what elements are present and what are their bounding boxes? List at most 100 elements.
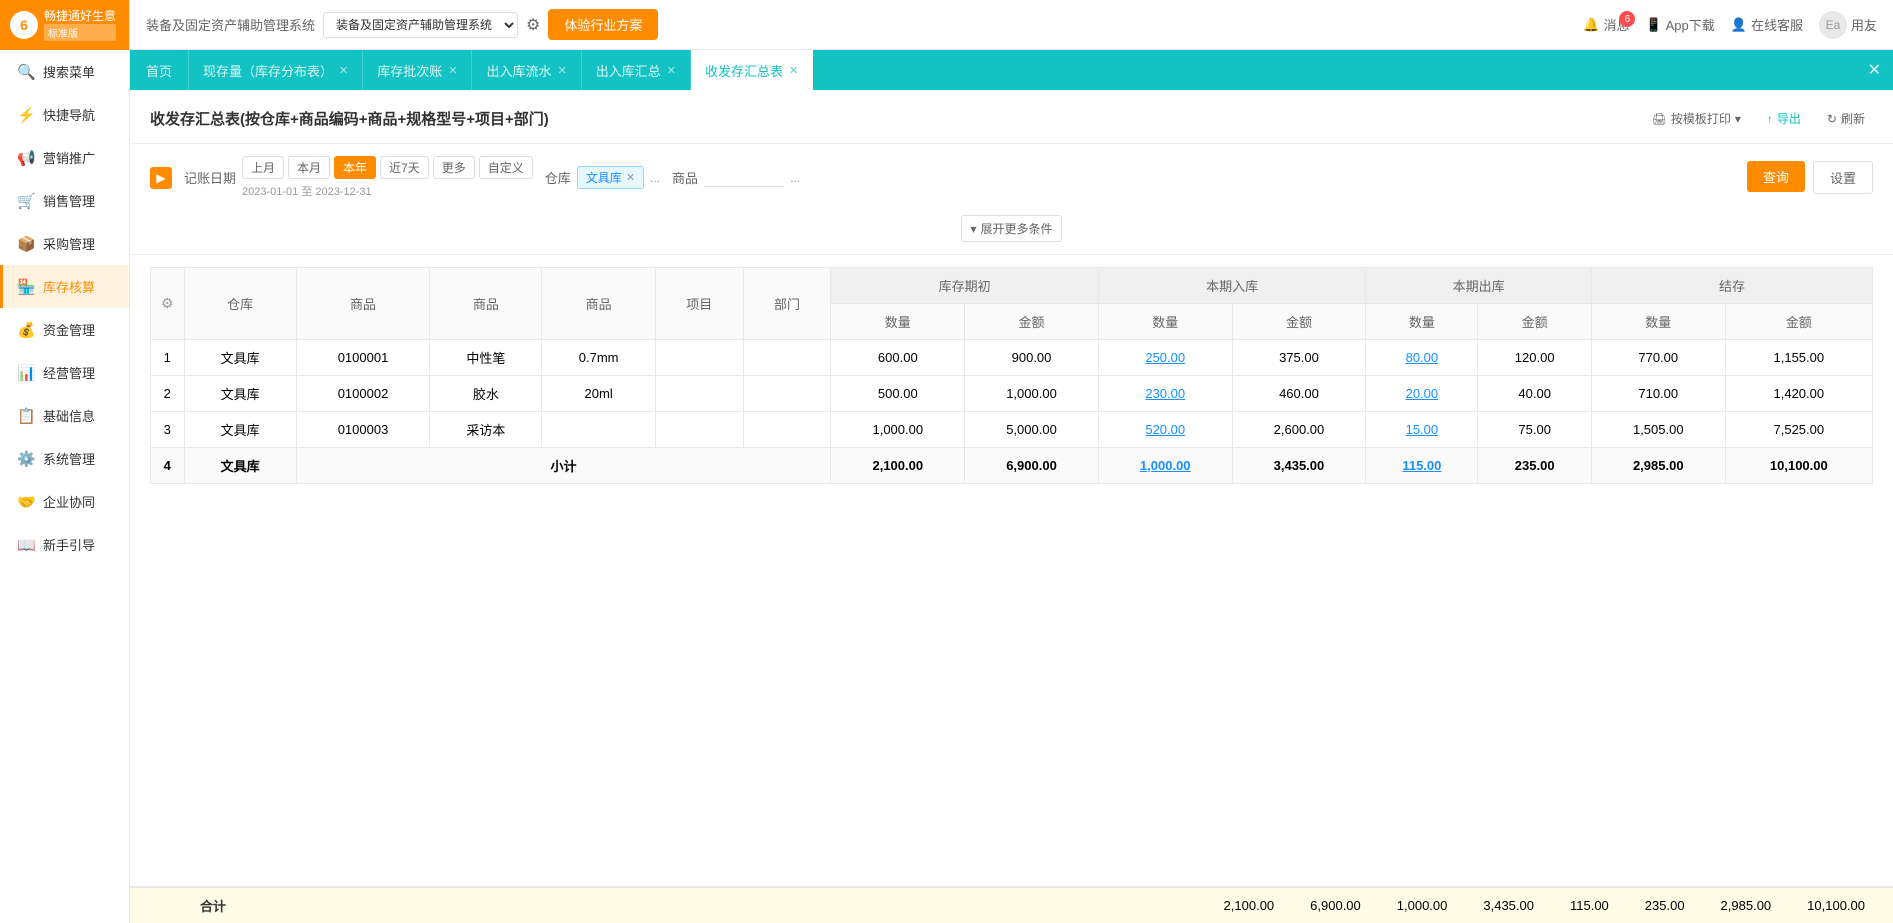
close-icon[interactable]: ✕ — [339, 64, 348, 77]
row2-in-qty[interactable]: 230.00 — [1098, 376, 1232, 412]
col-header-warehouse: 仓库 — [184, 268, 296, 340]
sidebar-item-purchase[interactable]: 📦 采购管理 — [0, 222, 129, 265]
row1-in-qty[interactable]: 250.00 — [1098, 340, 1232, 376]
sidebar-item-finance[interactable]: 💰 资金管理 — [0, 308, 129, 351]
tab-in-out-summary[interactable]: 出入库汇总 ✕ — [582, 50, 691, 90]
purchase-icon: 📦 — [17, 235, 35, 253]
close-all-tabs-button[interactable]: ✕ — [1856, 50, 1893, 90]
total-out-qty: 115.00 — [1552, 898, 1627, 913]
sidebar-menu: 🔍 搜索菜单 ⚡ 快捷导航 📢 营销推广 🛒 销售管理 📦 采购管理 🏪 库存核… — [0, 50, 129, 923]
total-open-qty: 2,100.00 — [1206, 898, 1293, 913]
close-icon[interactable]: ✕ — [448, 64, 457, 77]
goods-filter-group: 商品 ... — [672, 168, 800, 187]
warehouse-tag[interactable]: 文具库 ✕ — [577, 166, 644, 189]
try-button[interactable]: 体验行业方案 — [548, 9, 658, 40]
sidebar-item-label: 资金管理 — [43, 320, 95, 339]
row1-open-amt: 900.00 — [965, 340, 1099, 376]
gear-icon[interactable]: ⚙ — [526, 15, 540, 35]
user-button[interactable]: Ea 用友 — [1819, 11, 1877, 39]
sidebar-item-operations[interactable]: 📊 经营管理 — [0, 351, 129, 394]
total-in-amt: 3,435.00 — [1465, 898, 1552, 913]
sidebar-item-label: 快捷导航 — [43, 105, 95, 124]
row3-in-amt: 2,600.00 — [1232, 412, 1366, 448]
expand-more-button[interactable]: ▾ 展开更多条件 — [961, 215, 1061, 242]
tab-in-out-summary-label: 出入库汇总 — [596, 61, 661, 80]
row1-out-qty[interactable]: 80.00 — [1366, 340, 1478, 376]
sidebar-item-inventory[interactable]: 🏪 库存核算 — [0, 265, 129, 308]
sidebar-item-basic-info[interactable]: 📋 基础信息 — [0, 394, 129, 437]
sub-header-bal-amt: 金额 — [1725, 304, 1872, 340]
mobile-icon: 📱 — [1645, 17, 1661, 33]
sub-header-in-amt: 金额 — [1232, 304, 1366, 340]
tab-batch-account-label: 库存批次账 — [377, 61, 442, 80]
refresh-button[interactable]: ↻ 刷新 — [1819, 106, 1873, 131]
filter-settings-button[interactable]: 设置 — [1813, 161, 1873, 194]
app-download-button[interactable]: 📱 App下载 — [1645, 15, 1714, 34]
topbar-right: 🔔 消息 6 📱 App下载 👤 在线客服 Ea 用友 — [1583, 11, 1877, 39]
online-service-button[interactable]: 👤 在线客服 — [1731, 15, 1803, 34]
subtotal-open-qty: 2,100.00 — [831, 448, 965, 484]
sidebar-item-system[interactable]: ⚙️ 系统管理 — [0, 437, 129, 480]
date-range-text: 2023-01-01 至 2023-12-31 — [242, 183, 533, 199]
subtotal-out-qty[interactable]: 115.00 — [1366, 448, 1478, 484]
topbar-select[interactable]: 装备及固定资产辅助管理系统 — [323, 12, 518, 38]
warehouse-more-button[interactable]: ... — [650, 171, 660, 185]
close-icon[interactable]: ✕ — [667, 64, 676, 77]
close-icon[interactable]: ✕ — [558, 64, 567, 77]
row3-goods-name: 采访本 — [430, 412, 542, 448]
date-btn-7days[interactable]: 近7天 — [380, 156, 429, 179]
table-footer: 合计 2,100.00 6,900.00 1,000.00 3,435.00 1… — [130, 886, 1893, 923]
sub-header-bal-qty: 数量 — [1591, 304, 1725, 340]
warehouse-tag-text: 文具库 — [586, 169, 622, 186]
row3-in-qty[interactable]: 520.00 — [1098, 412, 1232, 448]
date-btn-custom[interactable]: 自定义 — [479, 156, 533, 179]
tab-receipt-summary[interactable]: 收发存汇总表 ✕ — [691, 50, 813, 90]
col-header-goods-name: 商品 — [430, 268, 542, 340]
export-button[interactable]: ↑ 导出 — [1759, 106, 1809, 131]
row2-no: 2 — [151, 376, 185, 412]
finance-icon: 💰 — [17, 321, 35, 339]
warehouse-tag-close[interactable]: ✕ — [626, 171, 635, 184]
printer-icon: 🖨 — [1652, 112, 1667, 126]
col-header-goods-code: 商品 — [296, 268, 430, 340]
subtotal-in-qty[interactable]: 1,000.00 — [1098, 448, 1232, 484]
row2-out-qty[interactable]: 20.00 — [1366, 376, 1478, 412]
filter-row-1: ▶ 记账日期 上月 本月 本年 近7天 更多 自定义 — [150, 156, 1873, 199]
row1-bal-qty: 770.00 — [1591, 340, 1725, 376]
tab-inventory-dist[interactable]: 现存量（库存分布表） ✕ — [189, 50, 363, 90]
filter-section: ▶ 记账日期 上月 本月 本年 近7天 更多 自定义 — [130, 144, 1893, 255]
goods-more-button[interactable]: ... — [790, 171, 800, 185]
close-icon[interactable]: ✕ — [789, 64, 798, 77]
tab-home[interactable]: 首页 — [130, 50, 189, 90]
message-button[interactable]: 🔔 消息 6 — [1583, 15, 1629, 34]
sidebar-item-sales[interactable]: 🛒 销售管理 — [0, 179, 129, 222]
col-header-goods-spec: 商品 — [542, 268, 655, 340]
sidebar-item-quick-nav[interactable]: ⚡ 快捷导航 — [0, 93, 129, 136]
sidebar-item-search[interactable]: 🔍 搜索菜单 — [0, 50, 129, 93]
sidebar-item-marketing[interactable]: 📢 营销推广 — [0, 136, 129, 179]
row2-project — [655, 376, 743, 412]
message-badge: 6 — [1619, 11, 1635, 27]
table-settings-icon[interactable]: ⚙ — [161, 295, 174, 311]
date-btn-this-year[interactable]: 本年 — [334, 156, 376, 179]
sidebar-item-enterprise[interactable]: 🤝 企业协同 — [0, 480, 129, 523]
query-button[interactable]: 查询 — [1747, 161, 1805, 192]
date-btn-this-month[interactable]: 本月 — [288, 156, 330, 179]
row2-goods-code: 0100002 — [296, 376, 430, 412]
tab-batch-account[interactable]: 库存批次账 ✕ — [363, 50, 472, 90]
avatar: Ea — [1819, 11, 1847, 39]
tab-in-out-flow[interactable]: 出入库流水 ✕ — [472, 50, 581, 90]
filter-toggle-button[interactable]: ▶ — [150, 167, 172, 189]
sidebar-item-guide[interactable]: 📖 新手引导 — [0, 523, 129, 566]
row3-open-amt: 5,000.00 — [965, 412, 1099, 448]
col-header-opening: 库存期初 — [831, 268, 1098, 304]
goods-search-input[interactable] — [704, 168, 784, 187]
row3-out-qty[interactable]: 15.00 — [1366, 412, 1478, 448]
date-btn-last-month[interactable]: 上月 — [242, 156, 284, 179]
page-title: 收发存汇总表(按仓库+商品编码+商品+规格型号+项目+部门) — [150, 108, 549, 129]
row2-open-qty: 500.00 — [831, 376, 965, 412]
row1-out-amt: 120.00 — [1478, 340, 1591, 376]
sub-header-in-qty: 数量 — [1098, 304, 1232, 340]
print-button[interactable]: 🖨 按模板打印 ▾ — [1644, 106, 1749, 131]
date-btn-more[interactable]: 更多 — [433, 156, 475, 179]
